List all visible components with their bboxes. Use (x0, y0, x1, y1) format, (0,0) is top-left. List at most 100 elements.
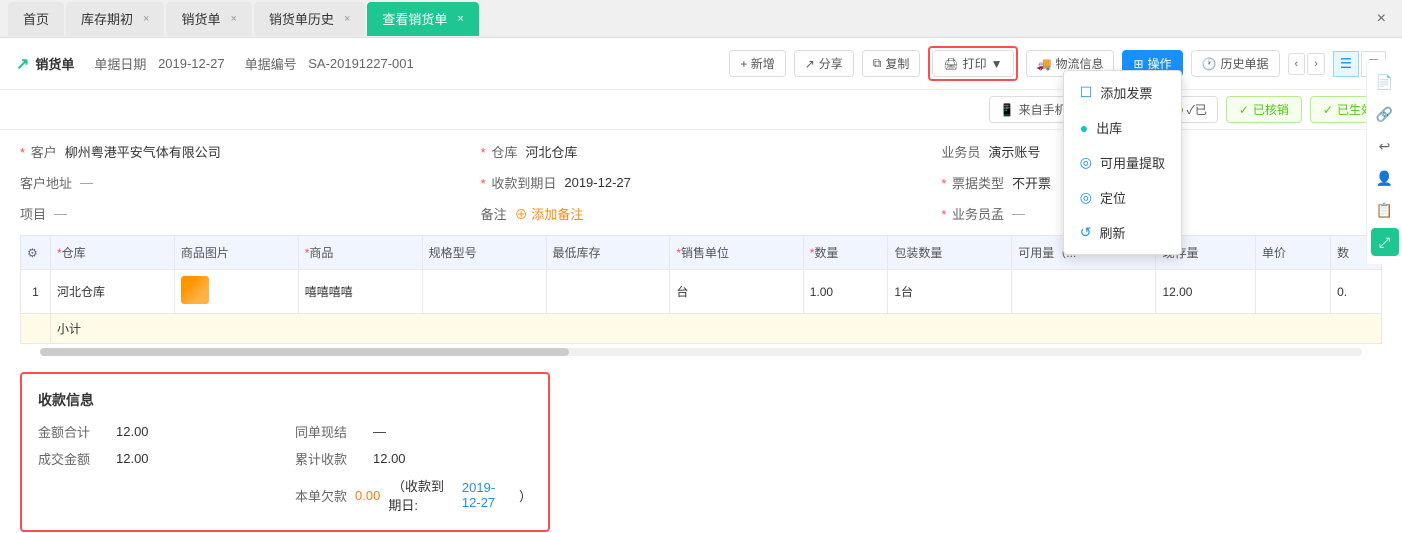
total-value: 12.00 (116, 424, 149, 439)
tab-view-sales-close[interactable]: × (457, 13, 463, 25)
extract-icon: ◎ (1080, 154, 1092, 171)
prev-button[interactable]: ‹ (1288, 53, 1306, 75)
sidebar-doc-icon[interactable]: 📄 (1371, 68, 1399, 96)
due-date: 2019-12-27 (462, 480, 511, 510)
payment-col-left: 金额合计 12.00 成交金额 12.00 (38, 422, 275, 514)
grid-icon: ⊞ (1133, 57, 1143, 71)
tab-sales-history-close[interactable]: × (344, 13, 350, 25)
doc-number-label: 单据编号 SA-20191227-001 (245, 54, 414, 73)
tab-view-sales[interactable]: 查看销货单 × (367, 2, 478, 36)
col-settings[interactable]: ⚙ (21, 236, 51, 270)
row-current: 12.00 (1156, 270, 1256, 314)
sidebar-return-icon[interactable]: ↩ (1371, 132, 1399, 160)
locate-icon: ◎ (1080, 189, 1092, 206)
total-row: 金额合计 12.00 (38, 422, 275, 441)
salesperson-value: 演示账号 (988, 142, 1040, 161)
warehouse-field: * 仓库 河北仓库 (481, 142, 922, 161)
truck-icon: 🚚 (1037, 57, 1052, 71)
table-body: 1 河北仓库 嘻嘻嘻嘻 台 1.00 1台 12.00 0. (21, 270, 1382, 344)
horizontal-scrollbar[interactable] (40, 348, 1362, 356)
main-content: ↗ 销货单 单据日期 2019-12-27 单据编号 SA-20191227-0… (0, 38, 1402, 533)
tab-view-sales-label: 查看销货单 (382, 9, 447, 28)
col-min-stock: 最低库存 (546, 236, 670, 270)
doc-header: ↗ 销货单 单据日期 2019-12-27 单据编号 SA-20191227-0… (0, 38, 1402, 90)
sidebar-user-icon[interactable]: 👤 (1371, 164, 1399, 192)
due-row: 本单欠款 0.00 （收款到期日: 2019-12-27 ） (295, 476, 532, 514)
secondary-toolbar: 📱 来自手机 未开票 ✓已 ✓ 已核销 ✓ 已生效 (0, 90, 1402, 130)
notes-field: 备注 ⊕ 添加备注 (481, 204, 922, 223)
row-pkg-qty: 1台 (888, 270, 1012, 314)
col-pkg-qty: 包装数量 (888, 236, 1012, 270)
add-invoice-label: 添加发票 (1100, 83, 1152, 102)
next-button[interactable]: › (1307, 53, 1325, 75)
settings-icon[interactable]: ⚙ (27, 246, 38, 260)
print-button[interactable]: 🖨 打印 ▼ (932, 50, 1013, 77)
nav-arrows: ‹ › (1288, 53, 1325, 75)
col-qty: *数量 (803, 236, 888, 270)
row-unit: 台 (670, 270, 803, 314)
new-button[interactable]: + 新增 (729, 50, 785, 77)
table-row: 1 河北仓库 嘻嘻嘻嘻 台 1.00 1台 12.00 0. (21, 270, 1382, 314)
tab-bar: 首页 库存期初 × 销货单 × 销货单历史 × 查看销货单 × × (0, 0, 1402, 38)
copy-icon: ⧉ (873, 56, 882, 71)
history-button[interactable]: 🕐 历史单据 (1191, 50, 1280, 77)
add-invoice-item[interactable]: ☐ 添加发票 (1064, 75, 1181, 110)
cancelled-button[interactable]: ✓ 已核销 (1226, 96, 1302, 123)
row-available (1012, 270, 1156, 314)
row-warehouse: 河北仓库 (51, 270, 175, 314)
same-order-value: — (373, 424, 386, 439)
sidebar-clipboard-icon[interactable]: 📋 (1371, 196, 1399, 224)
add-notes-link[interactable]: ⊕ 添加备注 (515, 204, 584, 223)
window-close-button[interactable]: × (1369, 6, 1394, 32)
locate-label: 定位 (1100, 188, 1126, 207)
col-product-img: 商品图片 (174, 236, 298, 270)
phone-icon: 📱 (1000, 103, 1015, 117)
due-note: （收款到期日: (388, 476, 454, 514)
tab-sales-history[interactable]: 销货单历史 × (254, 2, 365, 36)
col-unit: *销售单位 (670, 236, 803, 270)
tab-inventory-close[interactable]: × (143, 13, 149, 25)
refresh-item[interactable]: ↺ 刷新 (1064, 215, 1181, 250)
project-field: 项目 — (20, 204, 461, 223)
row-img (174, 270, 298, 314)
sidebar-link-icon[interactable]: 🔗 (1371, 100, 1399, 128)
list-view-button[interactable]: ☰ (1333, 51, 1359, 77)
outbound-label: 出库 (1096, 118, 1122, 137)
tab-home[interactable]: 首页 (8, 2, 64, 36)
tab-sales[interactable]: 销货单 × (166, 2, 251, 36)
locate-item[interactable]: ◎ 定位 (1064, 180, 1181, 215)
subtotal-label: 小计 (51, 314, 1382, 344)
form-section: * 客户 柳州粤港平安气体有限公司 * 仓库 河北仓库 业务员 演示账号 客户地… (0, 130, 1402, 235)
scrollbar-thumb[interactable] (40, 348, 569, 356)
due-label: 本单欠款 (295, 486, 347, 505)
row-extra: 0. (1331, 270, 1382, 314)
outbound-item[interactable]: ● 出库 (1064, 110, 1181, 145)
check-icon: ✓ (1239, 103, 1249, 117)
right-sidebar: 📄 🔗 ↩ 👤 📋 ⤢ (1366, 60, 1402, 264)
invoice-icon: ☐ (1080, 84, 1093, 101)
product-image (181, 276, 209, 304)
cumulative-row: 累计收款 12.00 (295, 449, 532, 468)
payment-grid: 金额合计 12.00 成交金额 12.00 同单现结 — 累计收款 12.00 (38, 422, 532, 514)
row-min-stock (546, 270, 670, 314)
print-dropdown-arrow: ▼ (991, 57, 1003, 71)
total-label: 金额合计 (38, 422, 108, 441)
tab-sales-label: 销货单 (181, 9, 220, 28)
history-icon: 🕐 (1202, 57, 1217, 71)
address-field: 客户地址 — (20, 173, 461, 192)
table-container: ⚙ *仓库 商品图片 *商品 规格型号 最低库存 *销售单位 *数量 (0, 235, 1402, 360)
payment-title: 收款信息 (38, 390, 532, 410)
outbound-icon: ● (1080, 120, 1088, 136)
available-extract-item[interactable]: ◎ 可用量提取 (1064, 145, 1181, 180)
transaction-row: 成交金额 12.00 (38, 449, 275, 468)
doc-date-label: 单据日期 2019-12-27 (94, 54, 224, 73)
share-button[interactable]: ↗ 分享 (794, 50, 854, 77)
sidebar-expand-icon[interactable]: ⤢ (1371, 228, 1399, 256)
customer-value: 柳州粤港平安气体有限公司 (65, 142, 221, 161)
copy-button[interactable]: ⧉ 复制 (862, 50, 921, 77)
warehouse-value: 河北仓库 (525, 142, 577, 161)
tab-sales-close[interactable]: × (230, 13, 236, 25)
col-product: *商品 (298, 236, 422, 270)
tab-inventory[interactable]: 库存期初 × (66, 2, 164, 36)
subtotal-row: 小计 (21, 314, 1382, 344)
